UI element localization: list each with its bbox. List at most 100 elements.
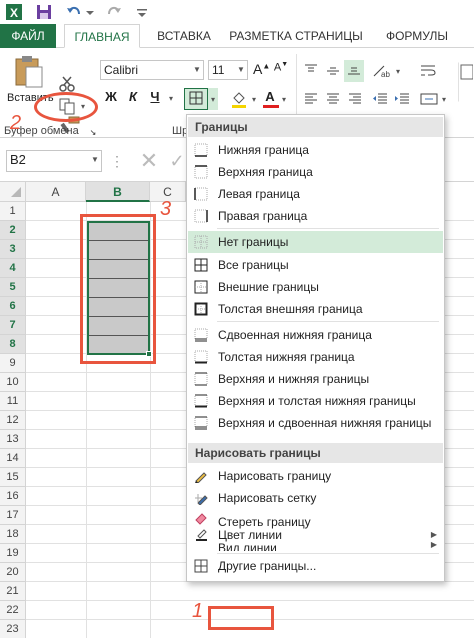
menu-item-right-border[interactable]: Правая граница bbox=[188, 205, 443, 227]
row-header[interactable]: 11 bbox=[0, 392, 26, 411]
annotation-ellipse-2 bbox=[34, 92, 98, 122]
decrease-indent-button[interactable] bbox=[370, 90, 390, 108]
menu-item-top-border[interactable]: Верхняя граница bbox=[188, 161, 443, 183]
menu-item-label: Внешние границы bbox=[218, 280, 319, 294]
font-size-combo[interactable]: 11 ▼ bbox=[208, 60, 248, 80]
underline-button[interactable]: Ч bbox=[146, 88, 164, 108]
tab-formulas[interactable]: ФОРМУЛЫ bbox=[372, 24, 462, 48]
align-right-button[interactable] bbox=[346, 90, 364, 108]
redo-icon[interactable] bbox=[104, 2, 124, 22]
row-header[interactable]: 14 bbox=[0, 449, 26, 468]
menu-item-label: Вид линии bbox=[218, 541, 277, 551]
menu-item-label: Верхняя и толстая нижняя границы bbox=[218, 394, 416, 408]
name-box-dropdown-icon[interactable]: ▼ bbox=[89, 151, 101, 169]
row-header[interactable]: 18 bbox=[0, 525, 26, 544]
row-header[interactable]: 13 bbox=[0, 430, 26, 449]
merge-center-button[interactable] bbox=[418, 90, 440, 108]
font-name-dropdown-icon[interactable]: ▼ bbox=[191, 61, 203, 79]
row-header[interactable]: 23 bbox=[0, 620, 26, 638]
tab-file[interactable]: ФАЙЛ bbox=[0, 24, 56, 48]
column-header-b[interactable]: B bbox=[86, 182, 150, 202]
menu-item-erase-border[interactable]: Стереть границу bbox=[188, 509, 443, 529]
tab-page-layout[interactable]: РАЗМЕТКА СТРАНИЦЫ bbox=[226, 24, 366, 48]
menu-item-thick-outside-border[interactable]: Толстая внешняя граница bbox=[188, 298, 443, 320]
row-header[interactable]: 10 bbox=[0, 373, 26, 392]
wrap-text-button[interactable] bbox=[418, 62, 438, 80]
left-border-icon bbox=[194, 187, 208, 201]
tab-insert[interactable]: ВСТАВКА bbox=[144, 24, 224, 48]
row-header[interactable]: 6 bbox=[0, 297, 26, 316]
undo-icon[interactable] bbox=[64, 2, 84, 22]
row-header[interactable]: 8 bbox=[0, 335, 26, 354]
italic-button[interactable]: К bbox=[124, 88, 142, 108]
row-header[interactable]: 17 bbox=[0, 506, 26, 525]
save-icon[interactable] bbox=[34, 2, 54, 22]
menu-item-top-bottom-border[interactable]: Верхняя и нижняя границы bbox=[188, 368, 443, 390]
row-header[interactable]: 15 bbox=[0, 468, 26, 487]
fill-color-button[interactable] bbox=[228, 88, 250, 110]
row-header[interactable]: 22 bbox=[0, 601, 26, 620]
customize-quick-access-icon[interactable] bbox=[132, 2, 152, 22]
menu-item-more-borders[interactable]: Другие границы... bbox=[188, 555, 443, 577]
all-borders-icon bbox=[194, 258, 208, 272]
fill-color-dropdown-icon[interactable]: ▾ bbox=[250, 88, 258, 110]
align-top-button[interactable] bbox=[302, 62, 320, 80]
underline-dropdown-icon[interactable]: ▾ bbox=[166, 88, 176, 108]
align-middle-button[interactable] bbox=[324, 62, 342, 80]
corner-triangle-icon bbox=[10, 187, 21, 197]
align-center-button[interactable] bbox=[324, 90, 342, 108]
row-header[interactable]: 7 bbox=[0, 316, 26, 335]
orientation-dropdown-icon[interactable]: ▾ bbox=[394, 62, 402, 80]
cut-button[interactable] bbox=[56, 74, 78, 94]
menu-item-thick-bottom-border[interactable]: Толстая нижняя граница bbox=[188, 346, 443, 368]
row-header[interactable]: 2 bbox=[0, 221, 26, 240]
menu-item-top-thick-bottom-border[interactable]: Верхняя и толстая нижняя границы bbox=[188, 390, 443, 412]
row-header[interactable]: 4 bbox=[0, 259, 26, 278]
row-header[interactable]: 9 bbox=[0, 354, 26, 373]
font-color-dropdown-icon[interactable]: ▾ bbox=[280, 88, 288, 110]
clipboard-launcher-icon[interactable]: ↘ bbox=[88, 127, 98, 137]
borders-dropdown-icon[interactable]: ▾ bbox=[208, 88, 218, 110]
merge-dropdown-icon[interactable]: ▾ bbox=[440, 90, 448, 108]
row-header[interactable]: 20 bbox=[0, 563, 26, 582]
menu-item-no-border[interactable]: Нет границы bbox=[188, 231, 443, 253]
grow-font-button[interactable]: A▲ bbox=[252, 60, 270, 80]
column-header-a[interactable]: A bbox=[26, 182, 86, 202]
font-color-button[interactable]: A bbox=[260, 88, 280, 110]
menu-item-bottom-border[interactable]: Нижняя граница bbox=[188, 139, 443, 161]
increase-indent-button[interactable] bbox=[392, 90, 412, 108]
menu-item-top-double-bottom-border[interactable]: Верхняя и сдвоенная нижняя границы bbox=[188, 412, 443, 434]
shrink-font-button[interactable]: A▼ bbox=[272, 60, 290, 80]
bold-button[interactable]: Ж bbox=[102, 88, 120, 108]
orientation-button[interactable]: ab bbox=[370, 62, 392, 80]
number-format-button[interactable] bbox=[458, 62, 474, 102]
menu-separator bbox=[217, 553, 439, 554]
row-header[interactable]: 5 bbox=[0, 278, 26, 297]
menu-item-line-style[interactable]: Вид линии ▶ bbox=[188, 541, 443, 551]
undo-dropdown-icon[interactable] bbox=[84, 2, 96, 22]
menu-item-double-bottom-border[interactable]: Сдвоенная нижняя граница bbox=[188, 324, 443, 346]
name-box[interactable]: B2 ▼ bbox=[6, 150, 102, 172]
align-bottom-button[interactable] bbox=[344, 60, 364, 82]
row-header[interactable]: 12 bbox=[0, 411, 26, 430]
align-left-button[interactable] bbox=[302, 90, 320, 108]
row-header[interactable]: 3 bbox=[0, 240, 26, 259]
menu-item-left-border[interactable]: Левая граница bbox=[188, 183, 443, 205]
menu-item-draw-grid[interactable]: Нарисовать сетку bbox=[188, 487, 443, 509]
font-size-dropdown-icon[interactable]: ▼ bbox=[235, 61, 247, 79]
row-header[interactable]: 21 bbox=[0, 582, 26, 601]
double-bottom-border-icon bbox=[194, 328, 208, 342]
confirm-entry-icon[interactable]: ✓ bbox=[168, 148, 186, 172]
menu-item-outside-borders[interactable]: Внешние границы bbox=[188, 276, 443, 298]
borders-button[interactable] bbox=[184, 88, 208, 110]
menu-item-draw-border[interactable]: Нарисовать границу bbox=[188, 465, 443, 487]
row-header[interactable]: 1 bbox=[0, 202, 26, 221]
font-name-combo[interactable]: Calibri ▼ bbox=[100, 60, 204, 80]
menu-item-label: Верхняя граница bbox=[218, 165, 313, 179]
menu-item-all-borders[interactable]: Все границы bbox=[188, 254, 443, 276]
select-all-corner[interactable] bbox=[0, 182, 26, 202]
tab-home[interactable]: ГЛАВНАЯ bbox=[64, 24, 140, 48]
row-header[interactable]: 16 bbox=[0, 487, 26, 506]
cancel-entry-icon[interactable]: ✕ bbox=[134, 148, 164, 173]
row-header[interactable]: 19 bbox=[0, 544, 26, 563]
